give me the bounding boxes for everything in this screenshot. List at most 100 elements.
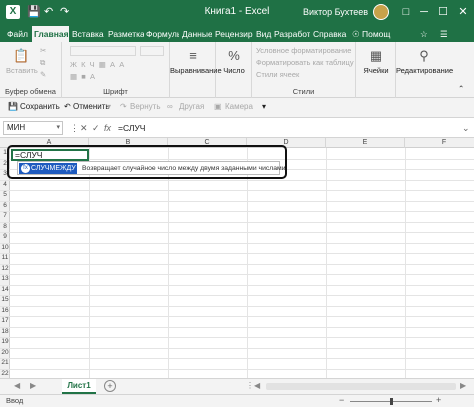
row-gridline [0, 358, 474, 359]
row-header-11[interactable]: 11 [0, 253, 10, 264]
format-painter-icon[interactable]: ✎ [40, 70, 46, 79]
save-cmd-icon[interactable]: 💾 [8, 102, 18, 111]
comments-icon[interactable]: ☰ [440, 26, 448, 42]
camera-cmd-icon[interactable]: ▣ [214, 102, 222, 111]
cells-button[interactable]: ▦ Ячейки [356, 48, 396, 75]
ribbon-display-icon[interactable]: □ [397, 4, 415, 20]
chevron-down-icon[interactable]: ▾ [56, 122, 60, 134]
row-header-17[interactable]: 17 [0, 316, 10, 327]
name-box[interactable]: МИН ▾ [3, 121, 63, 135]
tab-home[interactable]: Главная [32, 26, 69, 42]
tab-help[interactable]: Справка [311, 26, 347, 42]
row-header-7[interactable]: 7 [0, 211, 10, 222]
font-family-select[interactable] [70, 46, 136, 56]
row-header-18[interactable]: 18 [0, 327, 10, 338]
column-header-e[interactable]: E [326, 138, 405, 148]
row-header-5[interactable]: 5 [0, 190, 10, 201]
font-size-select[interactable] [140, 46, 164, 56]
row-header-22[interactable]: 22 [0, 369, 10, 379]
row-header-16[interactable]: 16 [0, 306, 10, 317]
insert-function-button[interactable]: fx [104, 121, 111, 135]
paste-button[interactable]: 📋 Вставить [6, 48, 38, 75]
row-gridline [0, 295, 474, 296]
row-gridline [0, 347, 474, 349]
row-gridline [0, 211, 474, 212]
formula-bar: МИН ▾ ⋮ ✕ ✓ fx =СЛУЧ ⌄ [0, 118, 474, 138]
row-header-9[interactable]: 9 [0, 232, 10, 243]
zoom-in-button[interactable]: + [436, 395, 441, 405]
editing-button[interactable]: ⚲ Редактирование [396, 48, 453, 75]
row-header-13[interactable]: 13 [0, 274, 10, 285]
scroll-left-icon[interactable]: ◀ [254, 381, 260, 390]
tab-insert[interactable]: Вставка [70, 26, 106, 42]
next-sheet-icon[interactable]: ▶ [30, 381, 36, 390]
zoom-slider-thumb[interactable] [390, 398, 393, 405]
tab-view[interactable]: Вид [254, 26, 272, 42]
expand-formula-icon[interactable]: ⌄ [462, 121, 470, 135]
cell-styles-button[interactable]: Стили ячеек [256, 70, 299, 79]
avatar[interactable] [373, 4, 389, 20]
row-header-6[interactable]: 6 [0, 201, 10, 212]
row-header-21[interactable]: 21 [0, 358, 10, 369]
copy-icon[interactable]: ⧉ [40, 58, 45, 68]
tab-data[interactable]: Данные [180, 26, 212, 42]
tab-developer[interactable]: Разработчи [272, 26, 310, 42]
add-sheet-button[interactable]: + [104, 380, 116, 392]
row-header-8[interactable]: 8 [0, 222, 10, 233]
cancel-entry-button[interactable]: ✕ [80, 121, 88, 135]
font-color-icons[interactable]: ▦ ■ A [70, 72, 95, 81]
other-cmd-button[interactable]: Другая [179, 102, 204, 111]
row-header-19[interactable]: 19 [0, 337, 10, 348]
confirm-entry-button[interactable]: ✓ [92, 121, 100, 135]
tab-file[interactable]: Файл [5, 26, 31, 42]
paste-label: Вставить [6, 66, 38, 75]
cells-label: Ячейки [363, 66, 389, 75]
undo-dropdown-icon[interactable]: ▾ [107, 102, 111, 111]
column-header-f[interactable]: F [405, 138, 474, 148]
customize-qa-icon[interactable]: ▾ [262, 102, 266, 111]
prev-sheet-icon[interactable]: ◀ [14, 381, 20, 390]
sheet-tab-active[interactable]: Лист1 [62, 379, 96, 394]
lightbulb-icon[interactable]: ☉ [352, 26, 360, 42]
scroll-right-icon[interactable]: ▶ [460, 381, 466, 390]
conditional-formatting-button[interactable]: Условное форматирование [256, 46, 351, 55]
maximize-button[interactable]: ☐ [434, 4, 452, 20]
cut-icon[interactable]: ✂ [40, 46, 46, 55]
row-header-10[interactable]: 10 [0, 243, 10, 254]
status-mode: Ввод [6, 396, 24, 405]
share-icon[interactable]: ☆ [420, 26, 428, 42]
user-name[interactable]: Виктор Бухтеев [303, 7, 368, 17]
undo-cmd-icon[interactable]: ↶ [64, 102, 71, 111]
formula-input[interactable]: =СЛУЧ [118, 121, 458, 135]
collapse-ribbon-icon[interactable]: ⌃ [458, 84, 464, 93]
row-gridline [0, 263, 474, 265]
row-header-14[interactable]: 14 [0, 285, 10, 296]
minimize-button[interactable]: ─ [415, 4, 433, 20]
tab-formulas[interactable]: Формулы [144, 26, 179, 42]
row-header-20[interactable]: 20 [0, 348, 10, 359]
sheet-scroll-splitter[interactable]: ⋮ [246, 381, 254, 390]
camera-cmd-button[interactable]: Камера [225, 102, 253, 111]
zoom-out-button[interactable]: − [339, 395, 344, 405]
alignment-button[interactable]: ≡ Выравнивание [170, 48, 222, 75]
save-cmd-button[interactable]: Сохранить [20, 102, 60, 111]
other-cmd-icon[interactable]: ∞ [167, 102, 173, 111]
row-header-12[interactable]: 12 [0, 264, 10, 275]
close-button[interactable]: ✕ [454, 4, 472, 20]
row-header-4[interactable]: 4 [0, 180, 10, 191]
redo-cmd-button[interactable]: Вернуть [130, 102, 160, 111]
tab-page-layout[interactable]: Разметка ст [106, 26, 144, 42]
search-icon: ⚲ [419, 48, 429, 63]
redo-cmd-icon[interactable]: ↷ [120, 102, 127, 111]
number-group: % Число [216, 42, 252, 98]
number-button[interactable]: % Число [216, 48, 252, 75]
format-as-table-button[interactable]: Форматировать как таблицу [256, 58, 354, 67]
undo-cmd-button[interactable]: Отменить [73, 102, 110, 111]
row-header-15[interactable]: 15 [0, 295, 10, 306]
tell-me-label[interactable]: Помощ [362, 26, 390, 42]
row-gridline [0, 221, 474, 223]
horizontal-scrollbar[interactable] [266, 383, 456, 390]
tab-review[interactable]: Рецензиров [213, 26, 253, 42]
font-format-icons[interactable]: Ж К Ч ▦ A A [70, 60, 124, 69]
quick-access-bar: 💾 Сохранить ↶ Отменить ▾ ↷ Вернуть ∞ Дру… [0, 98, 474, 118]
